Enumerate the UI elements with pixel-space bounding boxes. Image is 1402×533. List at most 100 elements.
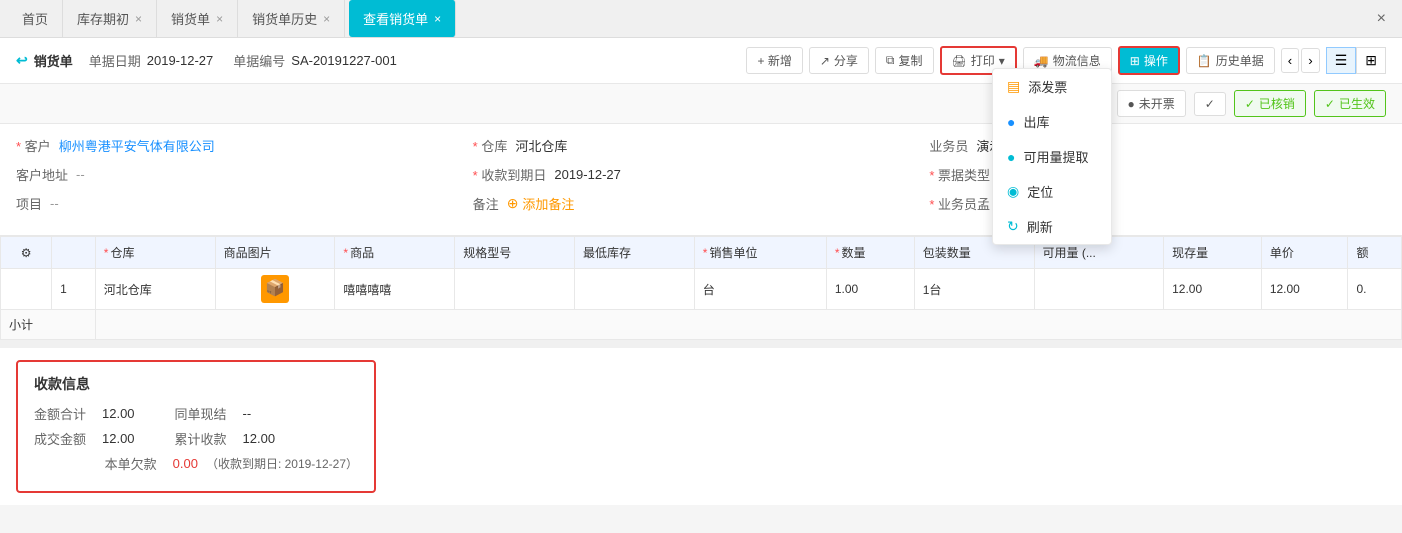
staff-label: 业务员 — [929, 136, 968, 155]
col-quantity: *数量 — [826, 237, 914, 269]
add-note-plus-icon: ⊕ — [507, 195, 519, 212]
due-date-label: 收款到期日 — [473, 165, 547, 184]
table-container: ⚙ *仓库 商品图片 *商品 规格型号 最低库存 *销售单位 *数量 包装数量 … — [0, 236, 1402, 348]
ops-label: 操作 — [1144, 52, 1168, 69]
ticket-icon: ● — [1128, 97, 1135, 111]
doc-number-field: 单据编号 SA-20191227-001 — [233, 51, 397, 70]
add-invoice-label: 添发票 — [1028, 77, 1067, 96]
address-value: -- — [76, 167, 85, 182]
note-label: 备注 — [473, 194, 499, 213]
dropdown-item-refresh[interactable]: ↻ 刷新 — [993, 209, 1111, 244]
staff2-label: 业务员孟 — [929, 194, 990, 213]
due-note: （收款到期日: 2019-12-27） — [206, 455, 358, 472]
list-view-button[interactable]: ☰ — [1326, 47, 1357, 74]
outbound-label: 出库 — [1023, 112, 1049, 131]
col-spec: 规格型号 — [455, 237, 575, 269]
history-button[interactable]: 📋 历史单据 — [1186, 47, 1275, 74]
add-note-btn[interactable]: ⊕ 添加备注 — [507, 194, 575, 213]
warehouse-field: 仓库 河北仓库 — [473, 136, 930, 155]
address-field: 客户地址 -- — [16, 165, 473, 184]
same-order-value: -- — [243, 406, 252, 421]
copy-label: 复制 — [898, 52, 922, 69]
project-value: -- — [50, 196, 59, 211]
sales-table: ⚙ *仓库 商品图片 *商品 规格型号 最低库存 *销售单位 *数量 包装数量 … — [0, 236, 1402, 340]
tab-sales-order-close[interactable]: × — [216, 12, 223, 26]
tab-sales-history-close[interactable]: × — [323, 12, 330, 26]
share-icon: ↗ — [820, 54, 830, 68]
warehouse-value: 河北仓库 — [515, 136, 567, 155]
refresh-icon: ↻ — [1007, 218, 1019, 235]
tab-home[interactable]: 首页 — [8, 0, 63, 37]
form-row-2: 客户地址 -- 收款到期日 2019-12-27 票据类型 不开票 — [16, 165, 1386, 184]
tab-inventory-init-close[interactable]: × — [135, 12, 142, 26]
subtotal-label: 小计 — [1, 310, 96, 340]
doc-date-field: 单据日期 2019-12-27 — [89, 51, 214, 70]
form-section: 客户 柳州粤港平安气体有限公司 仓库 河北仓库 业务员 演示账号 客户地址 --… — [0, 124, 1402, 236]
tab-view-sales-close[interactable]: × — [434, 12, 441, 26]
same-order-field: 同单现结 -- — [175, 404, 252, 423]
tab-view-sales[interactable]: 查看销货单 × — [349, 0, 456, 37]
doc-number-label: 单据编号 — [233, 51, 285, 70]
cumulative-field: 累计收款 12.00 — [175, 429, 276, 448]
next-arrow[interactable]: › — [1301, 48, 1319, 73]
cell-quantity: 1.00 — [826, 269, 914, 310]
col-sales-unit: *销售单位 — [694, 237, 826, 269]
view-toggle: ☰ ⊞ — [1326, 47, 1386, 74]
nav-arrows: ‹ › — [1281, 48, 1320, 73]
not-open-ticket-button[interactable]: ● 未开票 — [1117, 90, 1186, 117]
tab-sales-history[interactable]: 销货单历史 × — [238, 0, 345, 37]
doc-header: ↩ 销货单 单据日期 2019-12-27 单据编号 SA-20191227-0… — [0, 38, 1402, 84]
history-icon: 📋 — [1197, 54, 1212, 68]
check-button[interactable]: ✓ — [1194, 92, 1226, 116]
copy-button[interactable]: ⧉ 复制 — [875, 47, 934, 74]
locate-icon: ◉ — [1007, 183, 1019, 200]
tab-inventory-init-label: 库存期初 — [77, 9, 129, 28]
new-button[interactable]: + 新增 — [746, 47, 802, 74]
grid-view-button[interactable]: ⊞ — [1356, 47, 1386, 74]
cell-unit-price: 12.00 — [1261, 269, 1348, 310]
doc-title-icon: ↩ — [16, 52, 28, 69]
cell-min-stock — [574, 269, 694, 310]
prev-arrow[interactable]: ‹ — [1281, 48, 1299, 73]
col-settings[interactable]: ⚙ — [1, 237, 52, 269]
col-min-stock: 最低库存 — [574, 237, 694, 269]
available-qty-icon: ● — [1007, 149, 1015, 165]
already-effective-label: 已生效 — [1339, 95, 1375, 112]
doc-meta: 单据日期 2019-12-27 单据编号 SA-20191227-001 — [89, 51, 731, 70]
table-row: 1 河北仓库 📦 嘻嘻嘻嘻 台 1.00 1台 12.00 12.00 0. — [1, 269, 1402, 310]
dropdown-menu: ▤ 添发票 ● 出库 ● 可用量提取 ◉ 定位 ↻ 刷新 — [992, 68, 1112, 245]
share-button[interactable]: ↗ 分享 — [809, 47, 869, 74]
horizontal-scrollbar[interactable] — [0, 340, 1402, 348]
product-thumbnail: 📦 — [261, 275, 289, 303]
global-close-icon[interactable]: × — [1377, 10, 1386, 28]
form-row-3: 项目 -- 备注 ⊕ 添加备注 业务员孟 -- — [16, 194, 1386, 213]
warehouse-label: 仓库 — [473, 136, 508, 155]
col-warehouse: *仓库 — [95, 237, 215, 269]
customer-label: 客户 — [16, 136, 51, 155]
action-bar: 📱 来自手机 ● 未开票 ✓ ✓ 已核销 ✓ 已生效 — [0, 84, 1402, 124]
cell-spec — [455, 269, 575, 310]
tab-sales-order[interactable]: 销货单 × — [157, 0, 238, 37]
dropdown-item-available-qty[interactable]: ● 可用量提取 — [993, 139, 1111, 174]
col-product-img: 商品图片 — [215, 237, 335, 269]
app-container: 首页 库存期初 × 销货单 × 销货单历史 × 查看销货单 × × ↩ 销货单 … — [0, 0, 1402, 505]
col-unit-price: 单价 — [1261, 237, 1348, 269]
already-sold-button[interactable]: ✓ 已核销 — [1234, 90, 1306, 117]
dropdown-item-locate[interactable]: ◉ 定位 — [993, 174, 1111, 209]
doc-title: ↩ 销货单 — [16, 51, 73, 70]
current-due-label: 本单欠款 — [105, 454, 165, 473]
dropdown-item-outbound[interactable]: ● 出库 — [993, 104, 1111, 139]
cell-warehouse: 河北仓库 — [95, 269, 215, 310]
customer-value: 柳州粤港平安气体有限公司 — [59, 136, 215, 155]
tab-view-sales-label: 查看销货单 — [363, 9, 428, 28]
ops-grid-icon: ⊞ — [1130, 54, 1140, 68]
dropdown-item-add-invoice[interactable]: ▤ 添发票 — [993, 69, 1111, 104]
tab-inventory-init[interactable]: 库存期初 × — [63, 0, 157, 37]
ops-button[interactable]: ⊞ 操作 — [1118, 46, 1180, 75]
cell-product-img: 📦 — [215, 269, 335, 310]
tab-sales-order-label: 销货单 — [171, 9, 210, 28]
already-sold-label: 已核销 — [1259, 95, 1295, 112]
already-effective-button[interactable]: ✓ 已生效 — [1314, 90, 1386, 117]
col-amount: 额 — [1348, 237, 1402, 269]
sold-check-icon: ✓ — [1245, 97, 1255, 111]
